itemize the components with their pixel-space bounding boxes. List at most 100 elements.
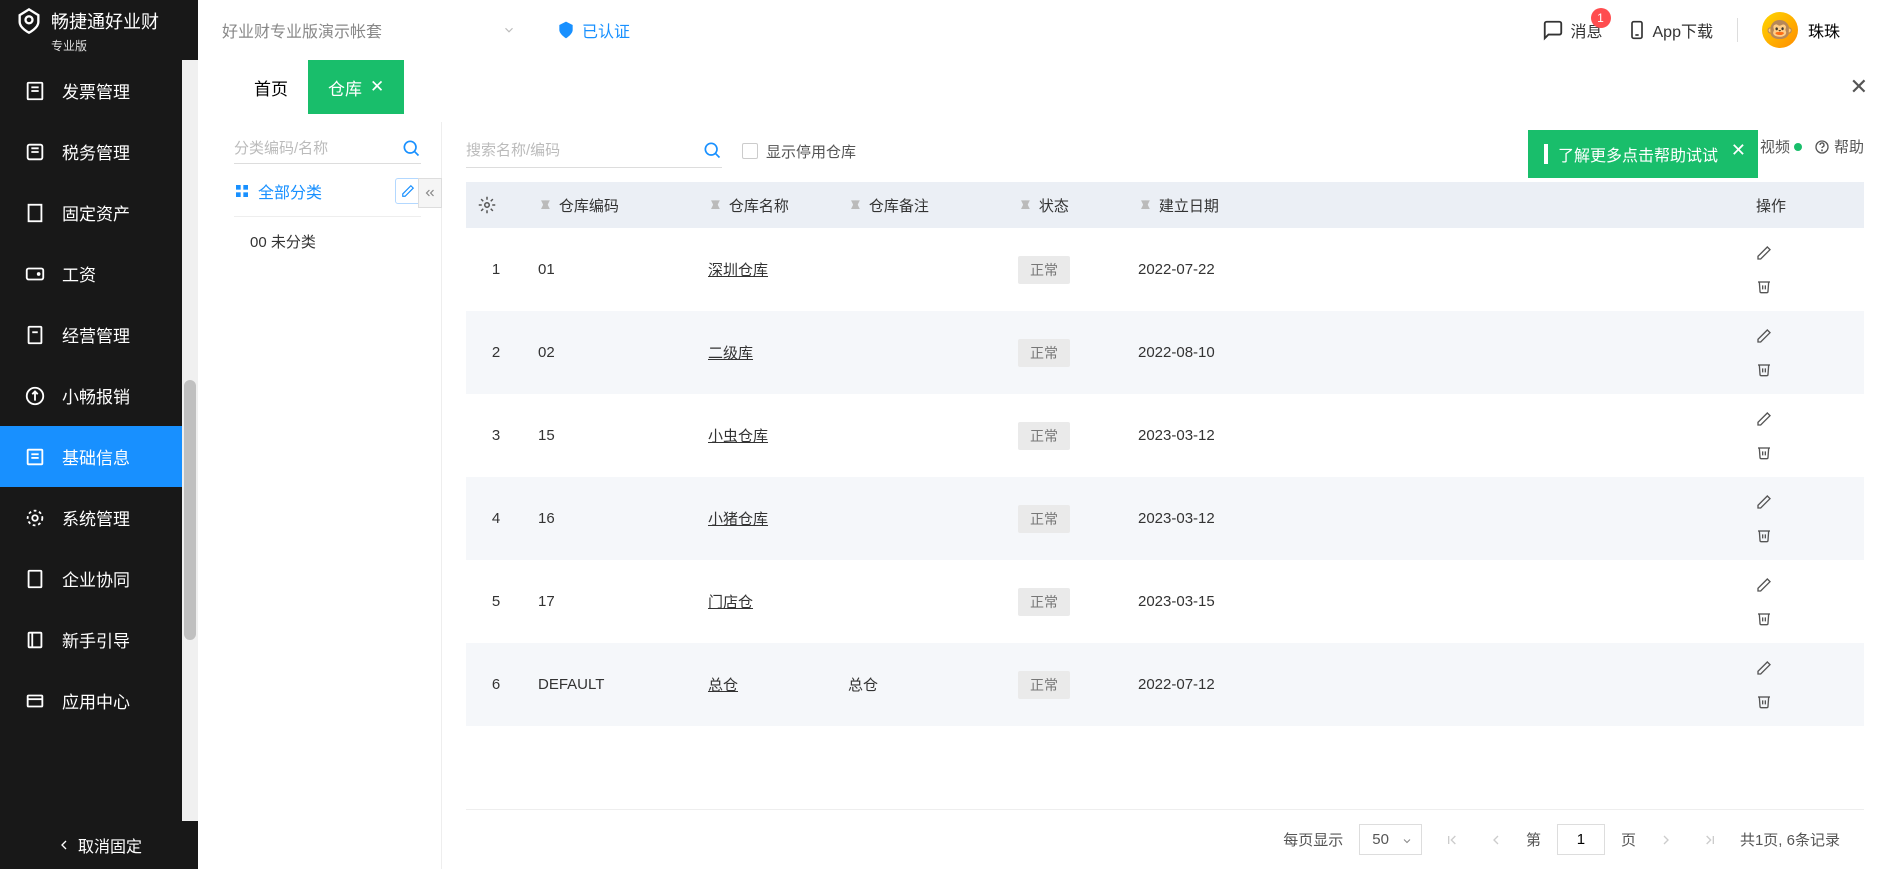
cell-name[interactable]: 深圳仓库 xyxy=(696,228,836,311)
cell-name[interactable]: 门店仓 xyxy=(696,560,836,643)
cell-name[interactable]: 小猪仓库 xyxy=(696,477,836,560)
tab-home[interactable]: 首页 xyxy=(234,60,308,114)
cell-code: 17 xyxy=(526,560,696,643)
scrollbar-thumb[interactable] xyxy=(184,380,196,640)
category-search-input[interactable] xyxy=(234,134,421,164)
building-icon xyxy=(24,202,46,224)
verified-label: 已认证 xyxy=(582,18,630,42)
cell-actions xyxy=(1744,560,1864,643)
prev-page-button[interactable] xyxy=(1482,826,1510,854)
table-row: 3 15 小虫仓库 正常 2023-03-12 xyxy=(466,394,1864,477)
tabs: 首页 仓库 ✕ ✕ xyxy=(214,60,1888,114)
first-icon xyxy=(1444,832,1460,848)
search-icon[interactable] xyxy=(401,138,421,158)
search-icon[interactable] xyxy=(702,140,722,160)
help-banner[interactable]: 了解更多点击帮助试试 ✕ xyxy=(1528,130,1758,178)
th-code[interactable]: ▲▼仓库编码 xyxy=(526,182,696,228)
cell-remark xyxy=(836,311,1006,394)
delete-button[interactable] xyxy=(1756,693,1852,709)
page-size-select[interactable]: 50 xyxy=(1359,824,1422,855)
show-disabled-label: 显示停用仓库 xyxy=(766,141,856,162)
nav-tax[interactable]: 税务管理 xyxy=(0,121,182,182)
account-selector[interactable]: 好业财专业版演示帐套 xyxy=(198,18,516,42)
row-index: 1 xyxy=(466,228,526,311)
row-index: 3 xyxy=(466,394,526,477)
th-date[interactable]: ▲▼建立日期 xyxy=(1126,182,1744,228)
scrollbar[interactable] xyxy=(182,60,198,821)
table-row: 2 02 二级库 正常 2022-08-10 xyxy=(466,311,1864,394)
first-page-button[interactable] xyxy=(1438,826,1466,854)
delete-button[interactable] xyxy=(1756,444,1852,460)
nav-expense[interactable]: 小畅报销 xyxy=(0,365,182,426)
edit-button[interactable] xyxy=(1756,411,1852,427)
next-page-button[interactable] xyxy=(1652,826,1680,854)
delete-button[interactable] xyxy=(1756,610,1852,626)
tab-warehouse[interactable]: 仓库 ✕ xyxy=(308,60,404,114)
nav-label: 固定资产 xyxy=(62,200,130,225)
gear-icon xyxy=(24,507,46,529)
close-all-tabs[interactable]: ✕ xyxy=(1850,74,1868,100)
video-link[interactable]: 视频 xyxy=(1760,136,1802,157)
th-name[interactable]: ▲▼仓库名称 xyxy=(696,182,836,228)
cell-status: 正常 xyxy=(1006,643,1126,726)
nav-assets[interactable]: 固定资产 xyxy=(0,182,182,243)
edit-button[interactable] xyxy=(1756,577,1852,593)
nav-label: 发票管理 xyxy=(62,78,130,103)
cell-name[interactable]: 总仓 xyxy=(696,643,836,726)
edit-button[interactable] xyxy=(1756,660,1852,676)
nav-label: 经营管理 xyxy=(62,322,130,347)
nav-business[interactable]: 经营管理 xyxy=(0,304,182,365)
cell-date: 2022-08-10 xyxy=(1126,311,1744,394)
all-categories[interactable]: 全部分类 xyxy=(234,178,421,217)
edit-button[interactable] xyxy=(1756,494,1852,510)
page-input[interactable] xyxy=(1557,824,1605,855)
close-banner-button[interactable]: ✕ xyxy=(1731,140,1746,161)
category-uncategorized[interactable]: 00 未分类 xyxy=(234,217,421,266)
double-chevron-left-icon xyxy=(423,186,437,200)
delete-button[interactable] xyxy=(1756,278,1852,294)
nav-salary[interactable]: 工资 xyxy=(0,243,182,304)
cell-name[interactable]: 小虫仓库 xyxy=(696,394,836,477)
app-download-button[interactable]: App下载 xyxy=(1627,18,1713,42)
help-link[interactable]: 帮助 xyxy=(1814,136,1864,157)
cell-remark xyxy=(836,394,1006,477)
page-suffix: 页 xyxy=(1621,829,1636,850)
cell-name[interactable]: 二级库 xyxy=(696,311,836,394)
close-tab-icon[interactable]: ✕ xyxy=(370,77,384,97)
th-status[interactable]: ▲▼状态 xyxy=(1006,182,1126,228)
header: 畅捷通好业财 专业版 好业财专业版演示帐套 已认证 消息 1 App下载 🐵 珠… xyxy=(0,0,1888,60)
edit-button[interactable] xyxy=(1756,328,1852,344)
nav-collab[interactable]: 企业协同 xyxy=(0,548,182,609)
row-index: 4 xyxy=(466,477,526,560)
cell-remark: 总仓 xyxy=(836,643,1006,726)
clipboard-icon xyxy=(24,324,46,346)
unpin-icon xyxy=(56,837,72,853)
th-remark[interactable]: ▲▼仓库备注 xyxy=(836,182,1006,228)
row-index: 2 xyxy=(466,311,526,394)
nav-apps[interactable]: 应用中心 xyxy=(0,670,182,731)
search-input[interactable] xyxy=(466,134,722,168)
cell-actions xyxy=(1744,394,1864,477)
main: 首页 仓库 ✕ ✕ 全部分类 00 未分类 xyxy=(214,60,1888,869)
video-label: 视频 xyxy=(1760,136,1790,157)
nav-basic-info[interactable]: 基础信息 xyxy=(0,426,182,487)
nav-system[interactable]: 系统管理 xyxy=(0,487,182,548)
info-icon xyxy=(24,446,46,468)
nav-invoice[interactable]: 发票管理 xyxy=(0,60,182,121)
phone-icon xyxy=(1627,20,1647,40)
logo-icon xyxy=(15,7,43,35)
nav-guide[interactable]: 新手引导 xyxy=(0,609,182,670)
unpin-button[interactable]: 取消固定 xyxy=(0,821,198,869)
collapse-panel-button[interactable] xyxy=(418,178,442,208)
user-menu[interactable]: 🐵 珠珠 xyxy=(1762,12,1840,48)
messages-button[interactable]: 消息 1 xyxy=(1542,18,1602,42)
cell-actions xyxy=(1744,643,1864,726)
cell-remark xyxy=(836,560,1006,643)
help-links: 视频 帮助 xyxy=(1760,136,1864,157)
last-page-button[interactable] xyxy=(1696,826,1724,854)
delete-button[interactable] xyxy=(1756,361,1852,377)
delete-button[interactable] xyxy=(1756,527,1852,543)
th-settings[interactable] xyxy=(466,182,526,228)
edit-button[interactable] xyxy=(1756,245,1852,261)
show-disabled-checkbox[interactable]: 显示停用仓库 xyxy=(742,141,856,162)
